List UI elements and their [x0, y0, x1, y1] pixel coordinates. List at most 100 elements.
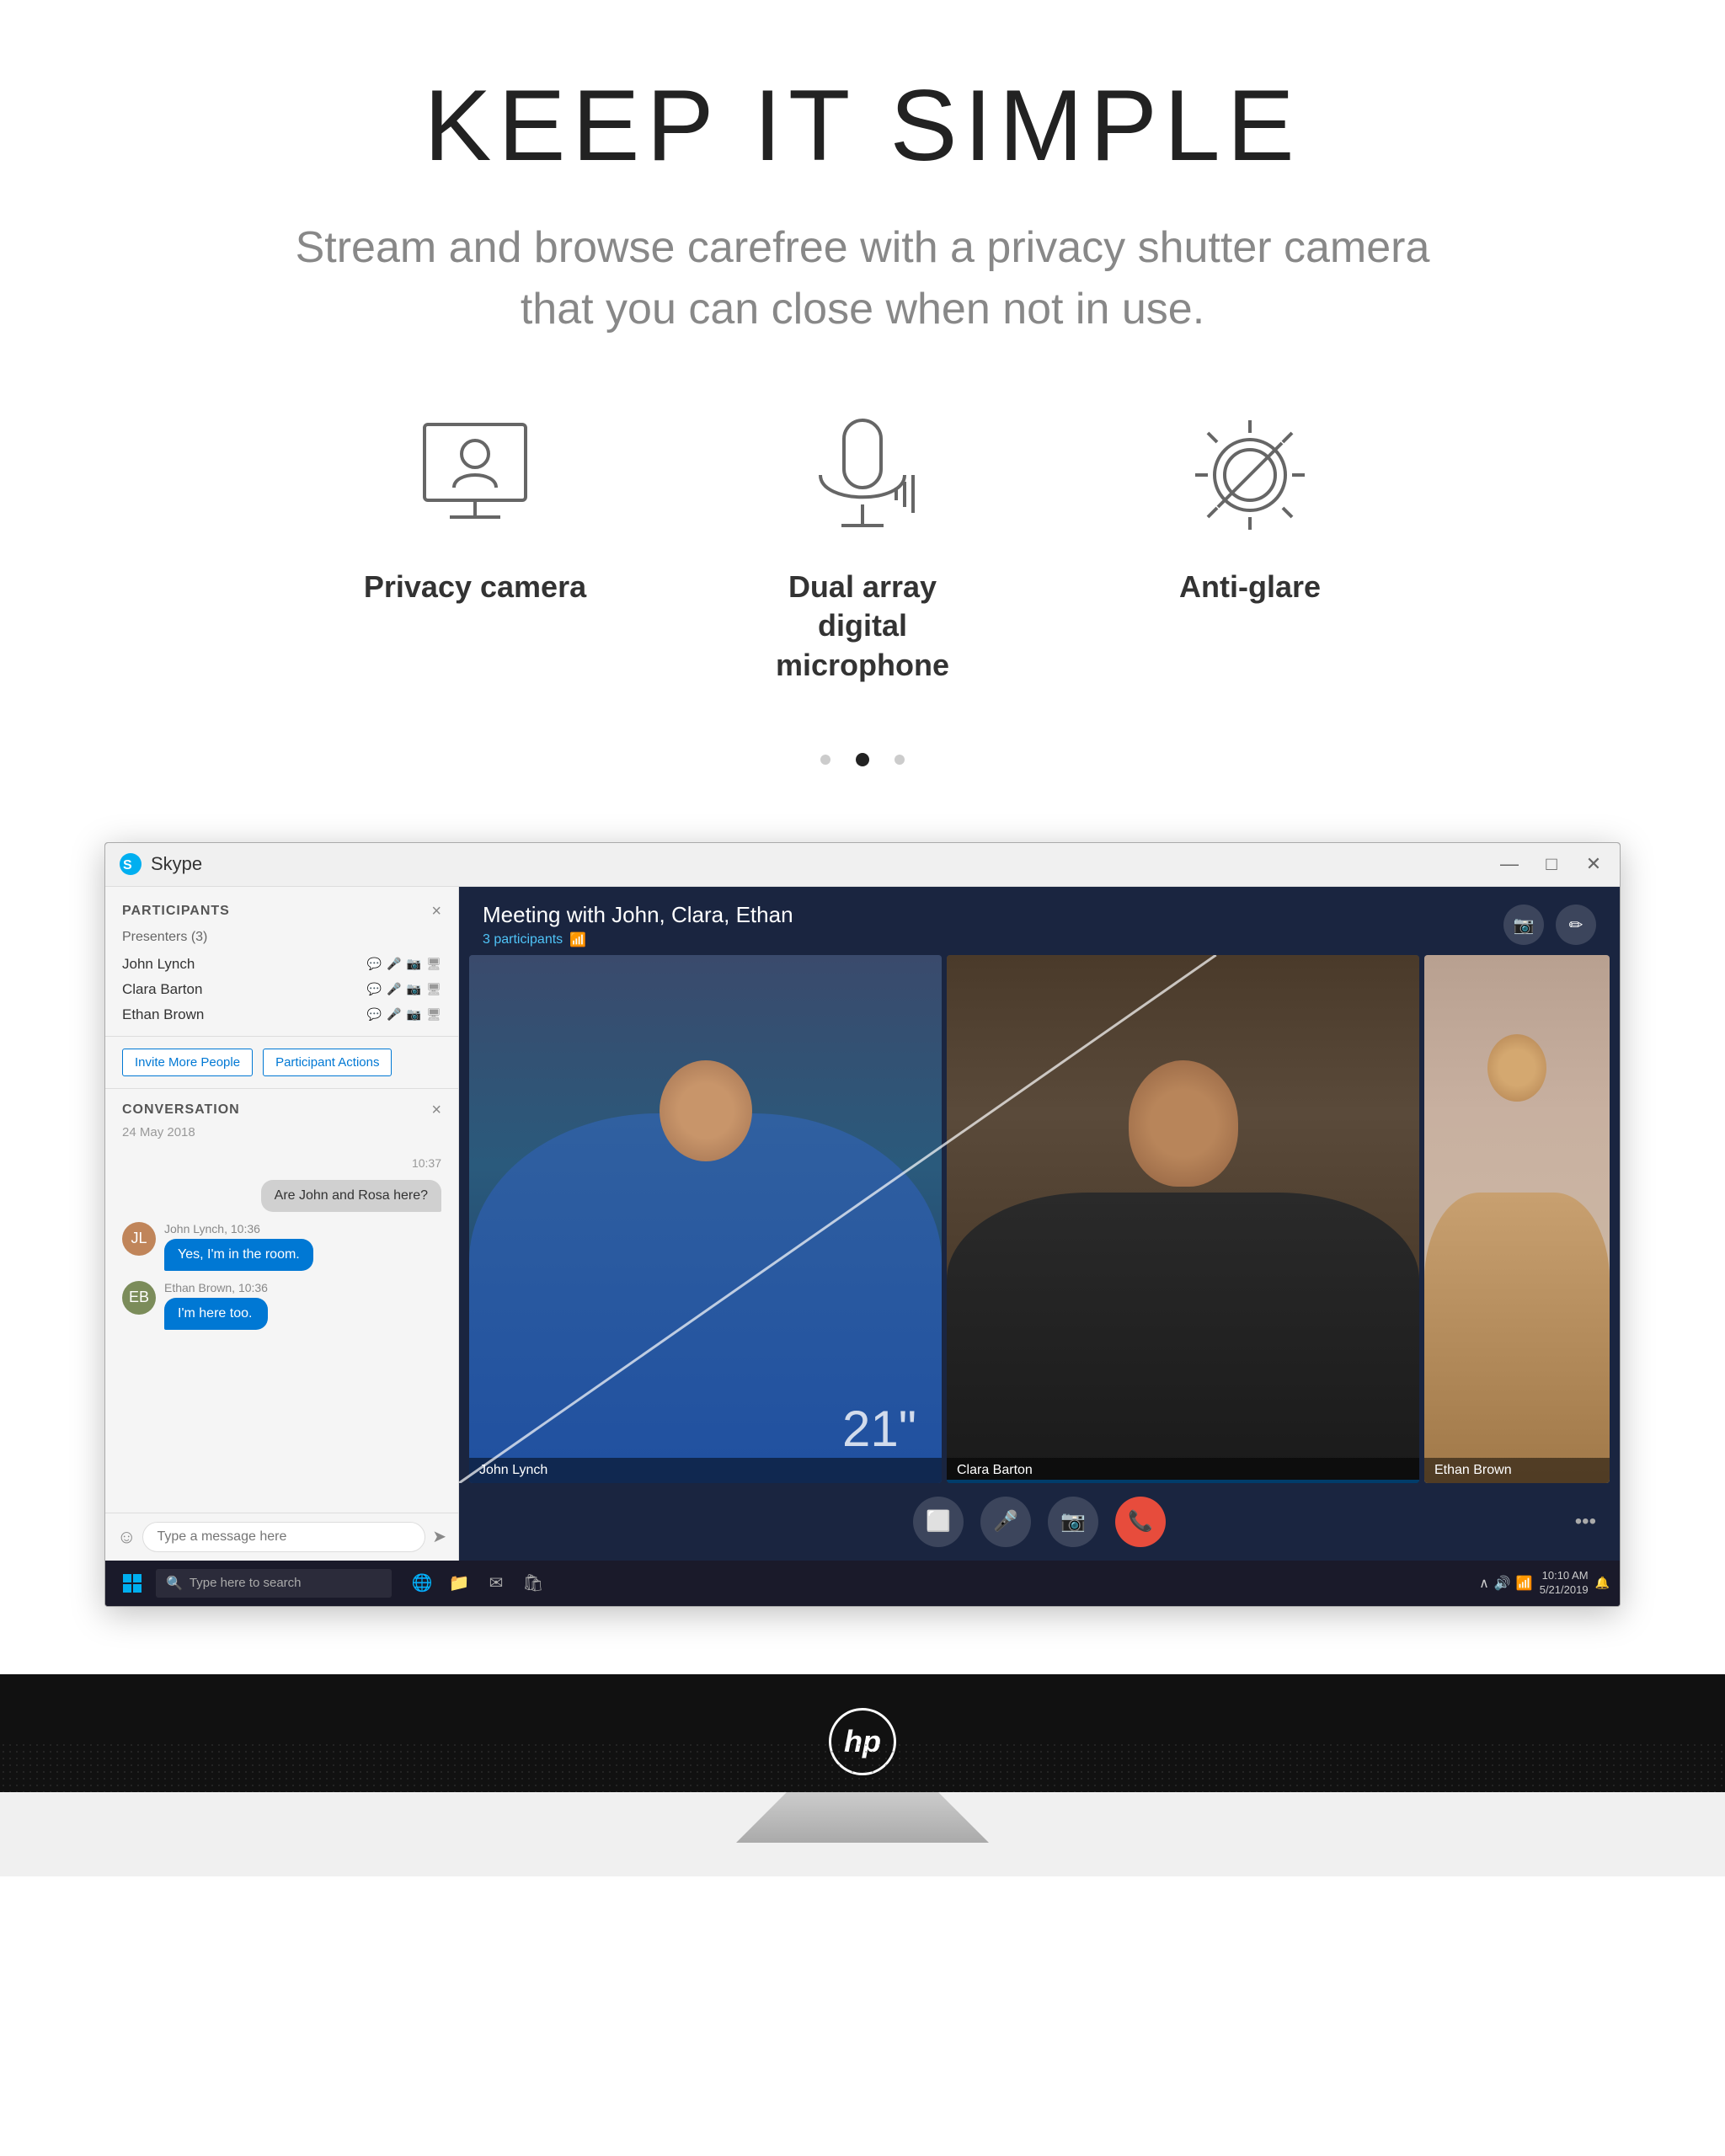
- dot-1[interactable]: [820, 755, 830, 765]
- chat-area: 10:37 Are John and Rosa here? JL John Ly…: [105, 1148, 458, 1513]
- screen-icon-2: 🖥: [426, 982, 441, 996]
- message-input[interactable]: [142, 1522, 425, 1552]
- end-call-button[interactable]: 📞: [1115, 1497, 1166, 1547]
- hp-dotted-bg: [0, 1742, 1725, 1792]
- maximize-button[interactable]: □: [1539, 853, 1564, 875]
- participants-header: PARTICIPANTS ×: [122, 902, 441, 921]
- speaker-icon[interactable]: 🔊: [1494, 1575, 1511, 1592]
- more-options-button[interactable]: •••: [1575, 1510, 1596, 1534]
- john-head: [660, 1060, 752, 1161]
- page-title: KEEP IT SIMPLE: [84, 67, 1641, 184]
- minimize-button[interactable]: —: [1497, 853, 1522, 875]
- skype-window: S Skype — □ ✕ PARTICIPANTS × Pre: [104, 842, 1621, 1607]
- john-avatar: JL: [122, 1222, 156, 1256]
- clara-name-tag: Clara Barton: [947, 1458, 1419, 1483]
- anti-glare-label: Anti-glare: [1179, 568, 1321, 607]
- ethan-bubble: I'm here too.: [164, 1298, 268, 1330]
- microphone-icon: [795, 408, 930, 542]
- taskbar-store-icon[interactable]: 🛍: [516, 1566, 550, 1600]
- video-header: Meeting with John, Clara, Ethan 3 partic…: [459, 887, 1620, 955]
- chat-icon-3: 💬: [367, 1007, 382, 1022]
- video-participants-info: 3 participants 📶: [483, 931, 793, 948]
- john-sender-time: John Lynch, 10:36: [164, 1222, 313, 1235]
- cam-icon-3: 📷: [407, 1007, 421, 1022]
- features-row: Privacy camera Dual arraydigital microph…: [84, 408, 1641, 686]
- laptop-stand: [0, 1792, 1725, 1876]
- chevron-up-icon[interactable]: ∧: [1479, 1575, 1489, 1592]
- title-bar-left: S Skype: [119, 852, 202, 876]
- participant-actions-button[interactable]: Participant Actions: [263, 1049, 392, 1076]
- taskbar-clock[interactable]: 10:10 AM 5/21/2019: [1540, 1569, 1589, 1598]
- dot-3[interactable]: [895, 755, 905, 765]
- taskbar-notif-icons: ∧ 🔊 📶: [1479, 1575, 1533, 1592]
- video-cell-john: 21" John Lynch: [469, 955, 942, 1483]
- network-icon[interactable]: 📶: [1516, 1575, 1533, 1592]
- john-message-content: John Lynch, 10:36 Yes, I'm in the room.: [164, 1222, 313, 1271]
- taskbar-right: ∧ 🔊 📶 10:10 AM 5/21/2019 🔔: [1479, 1569, 1610, 1598]
- feature-microphone: Dual arraydigital microphone: [736, 408, 989, 686]
- participant-row: John Lynch 💬 🎤 📷 🖥: [122, 952, 441, 977]
- taskbar: 🔍 Type here to search 🌐 📁 ✉ 🛍 ∧ 🔊 📶 10:1…: [105, 1561, 1620, 1606]
- conversation-section: CONVERSATION × 24 May 2018 10:37 Are Joh…: [105, 1089, 458, 1561]
- participant-row: Clara Barton 💬 🎤 📷 🖥: [122, 977, 441, 1002]
- screen-share-button[interactable]: ⬜: [913, 1497, 964, 1547]
- video-camera-toggle-button[interactable]: 📷: [1503, 905, 1544, 945]
- windows-logo-icon: [122, 1573, 142, 1593]
- ethan-head: [1487, 1034, 1546, 1102]
- skype-body: PARTICIPANTS × Presenters (3) John Lynch…: [105, 887, 1620, 1561]
- john-name-tag: John Lynch: [469, 1458, 942, 1483]
- left-panel: PARTICIPANTS × Presenters (3) John Lynch…: [105, 887, 459, 1561]
- microphone-label: Dual arraydigital microphone: [736, 568, 989, 686]
- signal-icon: 📶: [569, 931, 586, 948]
- video-grid: 21" John Lynch Clara Barton: [459, 955, 1620, 1483]
- participant-name-clara: Clara Barton: [122, 981, 202, 998]
- clara-video-bg: [947, 955, 1419, 1483]
- participant-name-john: John Lynch: [122, 956, 195, 973]
- stand-shape: [736, 1792, 989, 1843]
- emoji-button[interactable]: ☺: [117, 1526, 136, 1548]
- taskbar-edge-icon[interactable]: 🌐: [405, 1566, 439, 1600]
- video-controls: ⬜ 🎤 📷 📞 •••: [459, 1483, 1620, 1561]
- privacy-camera-label: Privacy camera: [364, 568, 586, 607]
- page-subtitle: Stream and browse carefree with a privac…: [273, 217, 1452, 340]
- participant-actions-row: Invite More People Participant Actions: [105, 1037, 458, 1089]
- video-cell-clara: Clara Barton: [947, 955, 1419, 1483]
- participants-close[interactable]: ×: [431, 902, 441, 921]
- mic-icon-3: 🎤: [387, 1007, 401, 1022]
- start-button[interactable]: [115, 1566, 149, 1600]
- video-settings-button[interactable]: ✏: [1556, 905, 1596, 945]
- message-input-bar: ☺ ➤: [105, 1513, 458, 1561]
- taskbar-search-box[interactable]: 🔍 Type here to search: [156, 1569, 392, 1598]
- conversation-date: 24 May 2018: [105, 1125, 458, 1148]
- carousel-dots: [84, 753, 1641, 766]
- invite-more-button[interactable]: Invite More People: [122, 1049, 253, 1076]
- chat-icon-2: 💬: [367, 982, 382, 996]
- taskbar-mail-icon[interactable]: ✉: [479, 1566, 513, 1600]
- dot-2[interactable]: [856, 753, 869, 766]
- conversation-title: CONVERSATION: [122, 1102, 240, 1118]
- video-meeting-title: Meeting with John, Clara, Ethan: [483, 902, 793, 928]
- conversation-header: CONVERSATION ×: [105, 1089, 458, 1125]
- taskbar-search-text: Type here to search: [190, 1576, 302, 1590]
- camera-toggle-button[interactable]: 📷: [1048, 1497, 1098, 1547]
- monitor-person-icon: [408, 408, 542, 542]
- participant-icons-clara: 💬 🎤 📷 🖥: [367, 982, 441, 996]
- outgoing-message: Are John and Rosa here?: [122, 1180, 441, 1212]
- laptop-wrapper: S Skype — □ ✕ PARTICIPANTS × Pre: [0, 842, 1725, 1674]
- clara-body: [947, 1193, 1419, 1483]
- video-area: Meeting with John, Clara, Ethan 3 partic…: [459, 887, 1620, 1561]
- title-bar: S Skype — □ ✕: [105, 843, 1620, 887]
- taskbar-date-value: 5/21/2019: [1540, 1583, 1589, 1598]
- skype-logo-icon: S: [119, 852, 142, 876]
- notification-icon[interactable]: 🔔: [1595, 1576, 1610, 1590]
- close-button[interactable]: ✕: [1581, 853, 1606, 875]
- taskbar-folder-icon[interactable]: 📁: [442, 1566, 476, 1600]
- svg-text:S: S: [123, 858, 132, 873]
- participant-name-ethan: Ethan Brown: [122, 1006, 204, 1023]
- ethan-video-bg: [1424, 955, 1610, 1483]
- screen-icon-3: 🖥: [426, 1007, 441, 1022]
- conversation-close[interactable]: ×: [431, 1101, 441, 1120]
- ethan-message-content: Ethan Brown, 10:36 I'm here too.: [164, 1281, 268, 1330]
- send-button[interactable]: ➤: [432, 1526, 446, 1547]
- mic-toggle-button[interactable]: 🎤: [980, 1497, 1031, 1547]
